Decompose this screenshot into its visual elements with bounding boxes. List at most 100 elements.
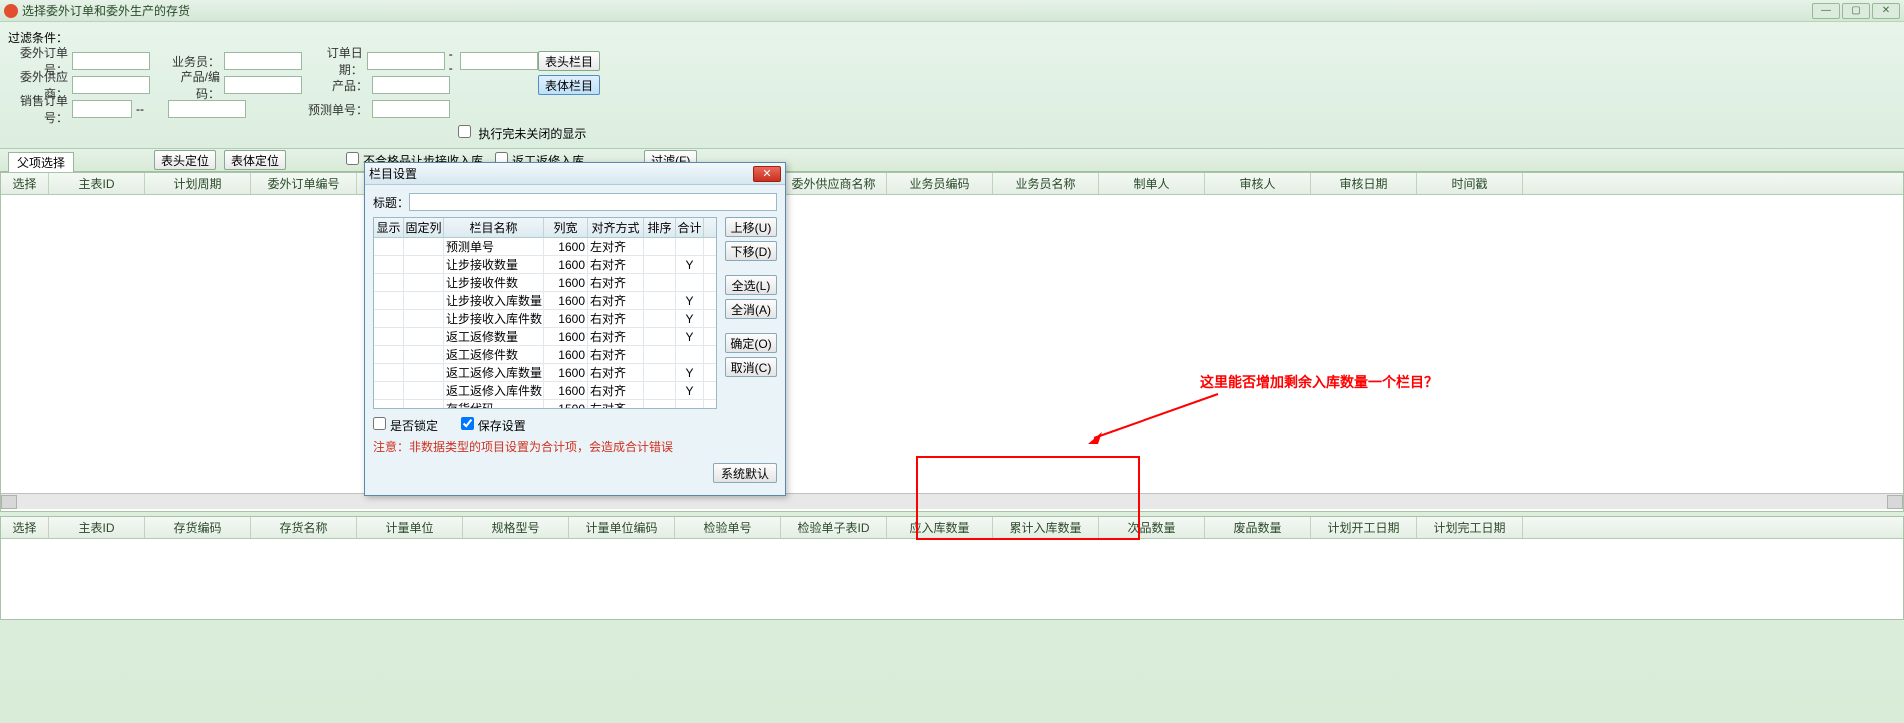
gh2-scrapqty[interactable]: 废品数量 — [1205, 517, 1311, 538]
gh-orderno[interactable]: 委外订单编号 — [251, 173, 357, 194]
table-row[interactable]: 返工返修入库件数1600右对齐Y — [374, 382, 716, 400]
gh2-select[interactable]: 选择 — [1, 517, 49, 538]
ok-button[interactable]: 确定(O) — [725, 333, 777, 353]
cell-show[interactable] — [374, 256, 404, 273]
dth-show[interactable]: 显示 — [374, 218, 404, 237]
maximize-button[interactable]: ▢ — [1842, 3, 1870, 19]
select-none-button[interactable]: 全消(A) — [725, 299, 777, 319]
child-grid-body[interactable] — [1, 539, 1903, 619]
save-checkbox[interactable] — [461, 417, 474, 430]
gh-timestamp[interactable]: 时间戳 — [1417, 173, 1523, 194]
gh2-spec[interactable]: 规格型号 — [463, 517, 569, 538]
reject-sync-checkbox[interactable] — [346, 152, 359, 165]
sales-order-to[interactable] — [168, 100, 246, 118]
dth-sum[interactable]: 合计 — [676, 218, 704, 237]
dialog-table-body[interactable]: 预测单号1600左对齐让步接收数量1600右对齐Y让步接收件数1600右对齐让步… — [374, 238, 716, 408]
cell-fixed[interactable] — [404, 364, 444, 381]
cell-fixed[interactable] — [404, 292, 444, 309]
cell-show[interactable] — [374, 238, 404, 255]
scroll-right-icon[interactable] — [1887, 495, 1903, 509]
dth-name[interactable]: 栏目名称 — [444, 218, 544, 237]
gh2-invcode[interactable]: 存货编码 — [145, 517, 251, 538]
select-all-button[interactable]: 全选(L) — [725, 275, 777, 295]
cancel-button[interactable]: 取消(C) — [725, 357, 777, 377]
cell-show[interactable] — [374, 400, 404, 408]
gh-select[interactable]: 选择 — [1, 173, 49, 194]
cell-show[interactable] — [374, 328, 404, 345]
dth-fixed[interactable]: 固定列 — [404, 218, 444, 237]
cell-show[interactable] — [374, 310, 404, 327]
forecast-input[interactable] — [372, 100, 450, 118]
gh-salesname[interactable]: 业务员名称 — [993, 173, 1099, 194]
scroll-left-icon[interactable] — [1, 495, 17, 509]
table-row[interactable]: 存货代码1500左对齐 — [374, 400, 716, 408]
gh2-inqty[interactable]: 应入库数量 — [887, 517, 993, 538]
cell-fixed[interactable] — [404, 382, 444, 399]
gh-salescode[interactable]: 业务员编码 — [887, 173, 993, 194]
gh-creator[interactable]: 制单人 — [1099, 173, 1205, 194]
gh-auditor[interactable]: 审核人 — [1205, 173, 1311, 194]
cell-show[interactable] — [374, 346, 404, 363]
cell-show[interactable] — [374, 382, 404, 399]
cell-show[interactable] — [374, 274, 404, 291]
cell-fixed[interactable] — [404, 256, 444, 273]
move-down-button[interactable]: 下移(D) — [725, 241, 777, 261]
gh-supplier[interactable]: 委外供应商名称 — [781, 173, 887, 194]
table-row[interactable]: 返工返修件数1600右对齐 — [374, 346, 716, 364]
gh2-unitcode[interactable]: 计量单位编码 — [569, 517, 675, 538]
cell-show[interactable] — [374, 292, 404, 309]
dialog-titlebar[interactable]: 栏目设置 ✕ — [365, 163, 785, 185]
gh2-mainid[interactable]: 主表ID — [49, 517, 145, 538]
dialog-close-button[interactable]: ✕ — [753, 166, 781, 182]
default-button[interactable]: 系统默认 — [713, 463, 777, 483]
cell-show[interactable] — [374, 364, 404, 381]
gh2-unit[interactable]: 计量单位 — [357, 517, 463, 538]
dialog-title-input[interactable] — [409, 193, 777, 211]
lock-checkbox[interactable] — [373, 417, 386, 430]
table-row[interactable]: 让步接收件数1600右对齐 — [374, 274, 716, 292]
cell-fixed[interactable] — [404, 400, 444, 408]
gh2-inspsub[interactable]: 检验单子表ID — [781, 517, 887, 538]
gh2-planstart[interactable]: 计划开工日期 — [1311, 517, 1417, 538]
gh2-defqty[interactable]: 次品数量 — [1099, 517, 1205, 538]
sales-order-from[interactable] — [72, 100, 132, 118]
move-up-button[interactable]: 上移(U) — [725, 217, 777, 237]
scroll-track[interactable] — [17, 495, 1887, 509]
dth-align[interactable]: 对齐方式 — [588, 218, 644, 237]
parent-tab[interactable]: 父项选择 — [8, 152, 74, 172]
cell-fixed[interactable] — [404, 274, 444, 291]
exec-open-checkbox[interactable] — [458, 125, 471, 138]
gh-mainid[interactable]: 主表ID — [49, 173, 145, 194]
dth-width[interactable]: 列宽 — [544, 218, 588, 237]
gh2-inspno[interactable]: 检验单号 — [675, 517, 781, 538]
header-locate-button[interactable]: 表头定位 — [154, 150, 216, 170]
table-row[interactable]: 返工返修数量1600右对齐Y — [374, 328, 716, 346]
body-column-button[interactable]: 表体栏目 — [538, 75, 600, 95]
close-button[interactable]: ✕ — [1872, 3, 1900, 19]
cell-fixed[interactable] — [404, 238, 444, 255]
order-date-from[interactable] — [367, 52, 445, 70]
table-row[interactable]: 让步接收数量1600右对齐Y — [374, 256, 716, 274]
gh-auditdate[interactable]: 审核日期 — [1311, 173, 1417, 194]
gh-period[interactable]: 计划周期 — [145, 173, 251, 194]
gh2-cuminqty[interactable]: 累计入库数量 — [993, 517, 1099, 538]
table-row[interactable]: 让步接收入库数量1600右对齐Y — [374, 292, 716, 310]
parent-grid-scrollbar[interactable] — [1, 493, 1903, 509]
dth-sort[interactable]: 排序 — [644, 218, 676, 237]
header-column-button[interactable]: 表头栏目 — [538, 51, 600, 71]
cell-fixed[interactable] — [404, 346, 444, 363]
parent-grid-body[interactable] — [1, 195, 1903, 493]
lock-checkbox-label[interactable]: 是否锁定 — [373, 419, 438, 433]
gh2-invname[interactable]: 存货名称 — [251, 517, 357, 538]
product-code-input[interactable] — [224, 76, 302, 94]
cell-fixed[interactable] — [404, 328, 444, 345]
body-locate-button[interactable]: 表体定位 — [224, 150, 286, 170]
gh2-planend[interactable]: 计划完工日期 — [1417, 517, 1523, 538]
order-date-to[interactable] — [460, 52, 538, 70]
product-input[interactable] — [372, 76, 450, 94]
save-checkbox-label[interactable]: 保存设置 — [461, 419, 526, 433]
table-row[interactable]: 返工返修入库数量1600右对齐Y — [374, 364, 716, 382]
table-row[interactable]: 预测单号1600左对齐 — [374, 238, 716, 256]
exec-open-checkbox-label[interactable]: 执行完未关闭的显示 — [458, 125, 586, 142]
cell-fixed[interactable] — [404, 310, 444, 327]
